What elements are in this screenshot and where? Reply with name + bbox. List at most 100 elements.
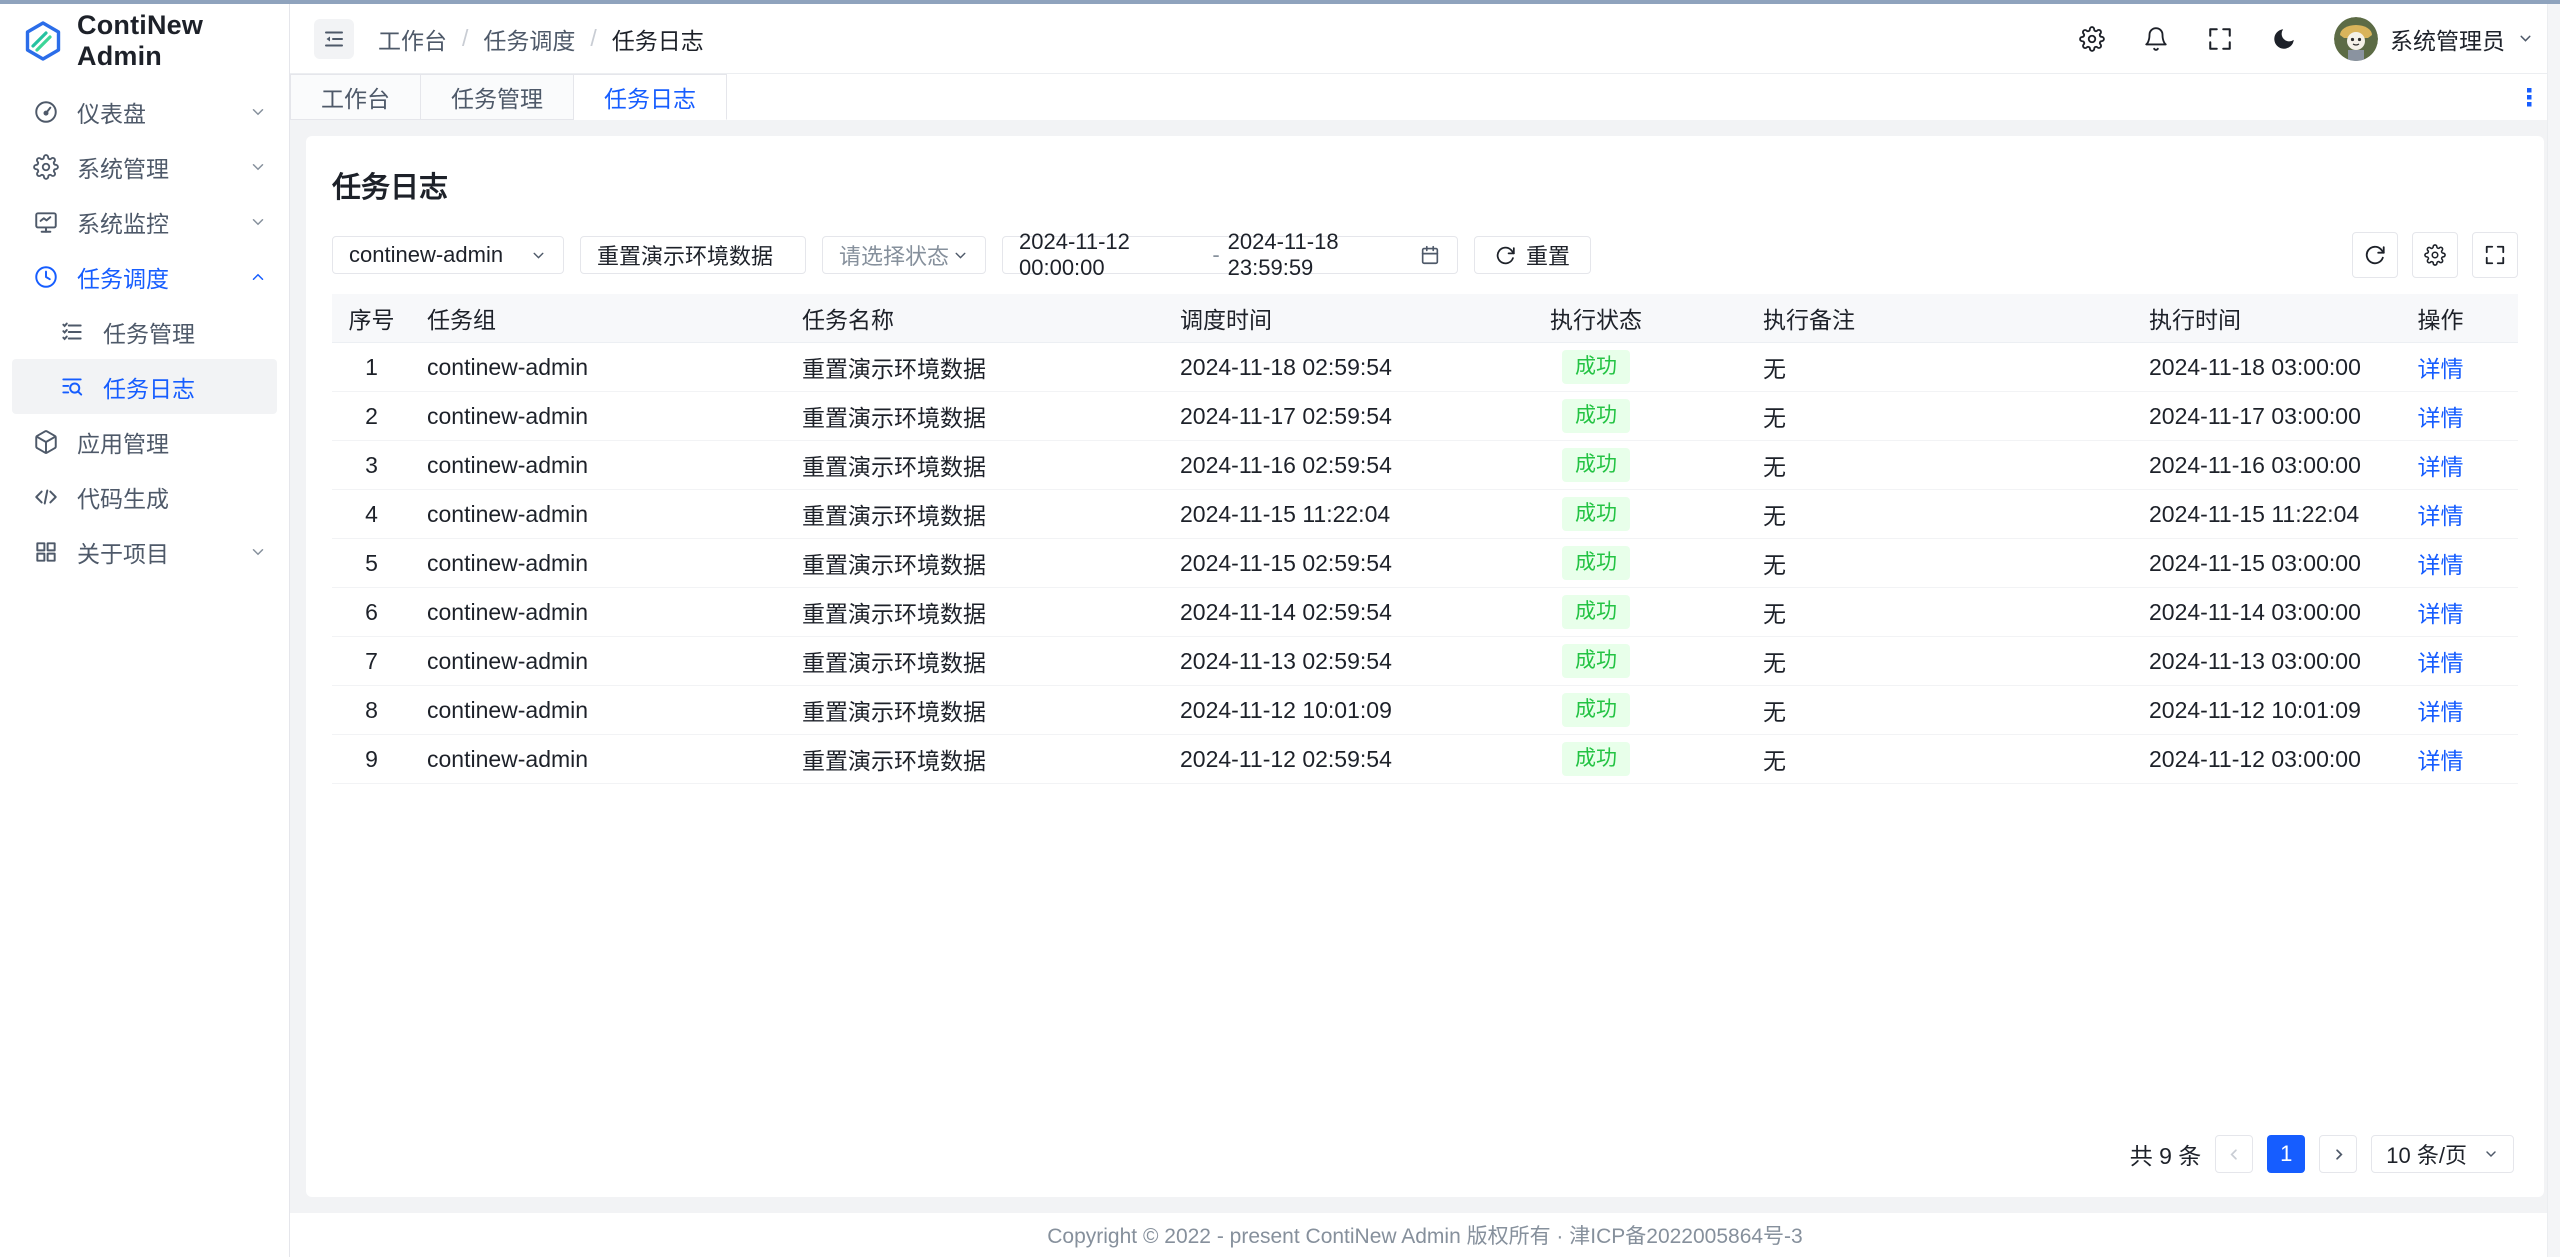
row-index: 2: [332, 403, 411, 430]
detail-link[interactable]: 详情: [2418, 650, 2464, 676]
table-fullscreen-icon[interactable]: [2472, 232, 2518, 278]
row-exec-time: 2024-11-12 10:01:09: [2133, 697, 2363, 724]
sidebar-item-label: 应用管理: [77, 425, 267, 459]
column-header: 序号: [332, 301, 411, 335]
pagination-page-1[interactable]: 1: [2267, 1135, 2305, 1173]
sidebar-item-about[interactable]: 关于项目: [12, 524, 277, 579]
user-name: 系统管理员: [2390, 22, 2505, 56]
checklist-icon: [58, 318, 86, 346]
detail-link[interactable]: 详情: [2418, 552, 2464, 578]
dark-mode-moon-icon[interactable]: [2270, 25, 2298, 53]
sidebar-collapse-button[interactable]: [314, 19, 354, 59]
row-schedule-time: 2024-11-14 02:59:54: [1164, 599, 1445, 626]
pagination-total: 共 9 条: [2130, 1137, 2202, 1171]
success-status-badge: 成功: [1562, 546, 1630, 580]
table-row: 1 continew-admin 重置演示环境数据 2024-11-18 02:…: [332, 343, 2518, 392]
success-status-badge: 成功: [1562, 644, 1630, 678]
table-row: 4 continew-admin 重置演示环境数据 2024-11-15 11:…: [332, 490, 2518, 539]
content-area: 任务日志 continew-admin 重置演示环境数据 请选择状态: [290, 120, 2560, 1213]
pagination: 共 9 条 1 10 条/页: [332, 1117, 2518, 1181]
row-remark: 无: [1747, 644, 2133, 678]
sidebar-item-system-monitor[interactable]: 系统监控: [12, 194, 277, 249]
reset-button[interactable]: 重置: [1474, 236, 1591, 274]
tab-task-management[interactable]: 任务管理: [421, 74, 574, 120]
chevron-up-icon: [249, 268, 267, 286]
row-schedule-time: 2024-11-12 10:01:09: [1164, 697, 1445, 724]
app-logo: ContiNew Admin: [0, 4, 289, 78]
task-log-card: 任务日志 continew-admin 重置演示环境数据 请选择状态: [306, 136, 2544, 1197]
detail-link[interactable]: 详情: [2418, 356, 2464, 382]
date-range-picker[interactable]: 2024-11-12 00:00:00 - 2024-11-18 23:59:5…: [1002, 236, 1458, 274]
scrollbar[interactable]: [2547, 4, 2560, 1257]
row-exec-time: 2024-11-17 03:00:00: [2133, 403, 2363, 430]
sidebar-item-task-scheduler[interactable]: 任务调度: [12, 249, 277, 304]
row-schedule-time: 2024-11-15 02:59:54: [1164, 550, 1445, 577]
task-name-input[interactable]: 重置演示环境数据: [580, 236, 806, 274]
row-action-cell: 详情: [2363, 350, 2518, 384]
detail-link[interactable]: 详情: [2418, 601, 2464, 627]
row-task-group: continew-admin: [411, 354, 786, 381]
column-settings-gear-icon[interactable]: [2412, 232, 2458, 278]
sidebar-item-app-management[interactable]: 应用管理: [12, 414, 277, 469]
sidebar-item-task-log[interactable]: 任务日志: [12, 359, 277, 414]
task-group-select[interactable]: continew-admin: [332, 236, 564, 274]
breadcrumb-item[interactable]: 工作台: [378, 22, 447, 56]
clock-icon: [32, 263, 60, 291]
sidebar-item-system-management[interactable]: 系统管理: [12, 139, 277, 194]
notification-bell-icon[interactable]: [2142, 25, 2170, 53]
breadcrumb-item[interactable]: 任务调度: [483, 22, 575, 56]
status-select[interactable]: 请选择状态: [822, 236, 986, 274]
refresh-icon[interactable]: [2352, 232, 2398, 278]
chevron-down-icon: [249, 158, 267, 176]
row-remark: 无: [1747, 399, 2133, 433]
user-menu[interactable]: 系统管理员: [2334, 17, 2534, 61]
pagination-next-button[interactable]: [2319, 1135, 2357, 1173]
filter-toolbar: continew-admin 重置演示环境数据 请选择状态 2024-11-12…: [332, 232, 2518, 278]
settings-gear-icon[interactable]: [2078, 25, 2106, 53]
gear-icon: [32, 153, 60, 181]
detail-link[interactable]: 详情: [2418, 748, 2464, 774]
detail-link[interactable]: 详情: [2418, 405, 2464, 431]
row-task-name: 重置演示环境数据: [786, 644, 1164, 678]
page-size-select[interactable]: 10 条/页: [2371, 1135, 2514, 1173]
column-header: 操作: [2363, 301, 2518, 335]
row-index: 5: [332, 550, 411, 577]
app-title: ContiNew Admin: [77, 10, 289, 72]
sidebar-item-task-management[interactable]: 任务管理: [12, 304, 277, 359]
sidebar-item-dashboard[interactable]: 仪表盘: [12, 84, 277, 139]
chevron-down-icon: [952, 247, 969, 264]
row-remark: 无: [1747, 546, 2133, 580]
table-row: 9 continew-admin 重置演示环境数据 2024-11-12 02:…: [332, 735, 2518, 784]
row-status-cell: 成功: [1445, 497, 1747, 531]
row-task-name: 重置演示环境数据: [786, 448, 1164, 482]
detail-link[interactable]: 详情: [2418, 503, 2464, 529]
row-schedule-time: 2024-11-13 02:59:54: [1164, 648, 1445, 675]
table-row: 2 continew-admin 重置演示环境数据 2024-11-17 02:…: [332, 392, 2518, 441]
sidebar-item-code-generation[interactable]: 代码生成: [12, 469, 277, 524]
row-status-cell: 成功: [1445, 399, 1747, 433]
task-log-table: 序号 任务组 任务名称 调度时间 执行状态 执行备注 执行时间 操作 1 con…: [332, 294, 2518, 784]
sidebar-item-label: 任务管理: [103, 315, 267, 349]
logo-icon: [22, 20, 64, 62]
row-index: 1: [332, 354, 411, 381]
chevron-down-icon: [249, 543, 267, 561]
tab-more-menu-icon[interactable]: [2520, 74, 2538, 120]
tab-task-log[interactable]: 任务日志: [574, 74, 727, 120]
breadcrumb-separator: /: [462, 25, 468, 52]
row-exec-time: 2024-11-12 03:00:00: [2133, 746, 2363, 773]
pagination-prev-button[interactable]: [2215, 1135, 2253, 1173]
column-header: 任务组: [411, 301, 786, 335]
dashboard-icon: [32, 98, 60, 126]
fullscreen-icon[interactable]: [2206, 25, 2234, 53]
sidebar-item-label: 系统管理: [77, 150, 249, 184]
row-task-group: continew-admin: [411, 746, 786, 773]
detail-link[interactable]: 详情: [2418, 699, 2464, 725]
row-task-name: 重置演示环境数据: [786, 399, 1164, 433]
copyright-text: Copyright © 2022 - present ContiNew Admi…: [1047, 1220, 1802, 1250]
tab-workbench[interactable]: 工作台: [290, 74, 421, 120]
task-name-input-value: 重置演示环境数据: [597, 239, 773, 271]
top-header: 工作台 / 任务调度 / 任务日志: [290, 4, 2560, 74]
tab-label: 任务管理: [451, 80, 543, 114]
breadcrumb: 工作台 / 任务调度 / 任务日志: [378, 22, 704, 56]
detail-link[interactable]: 详情: [2418, 454, 2464, 480]
